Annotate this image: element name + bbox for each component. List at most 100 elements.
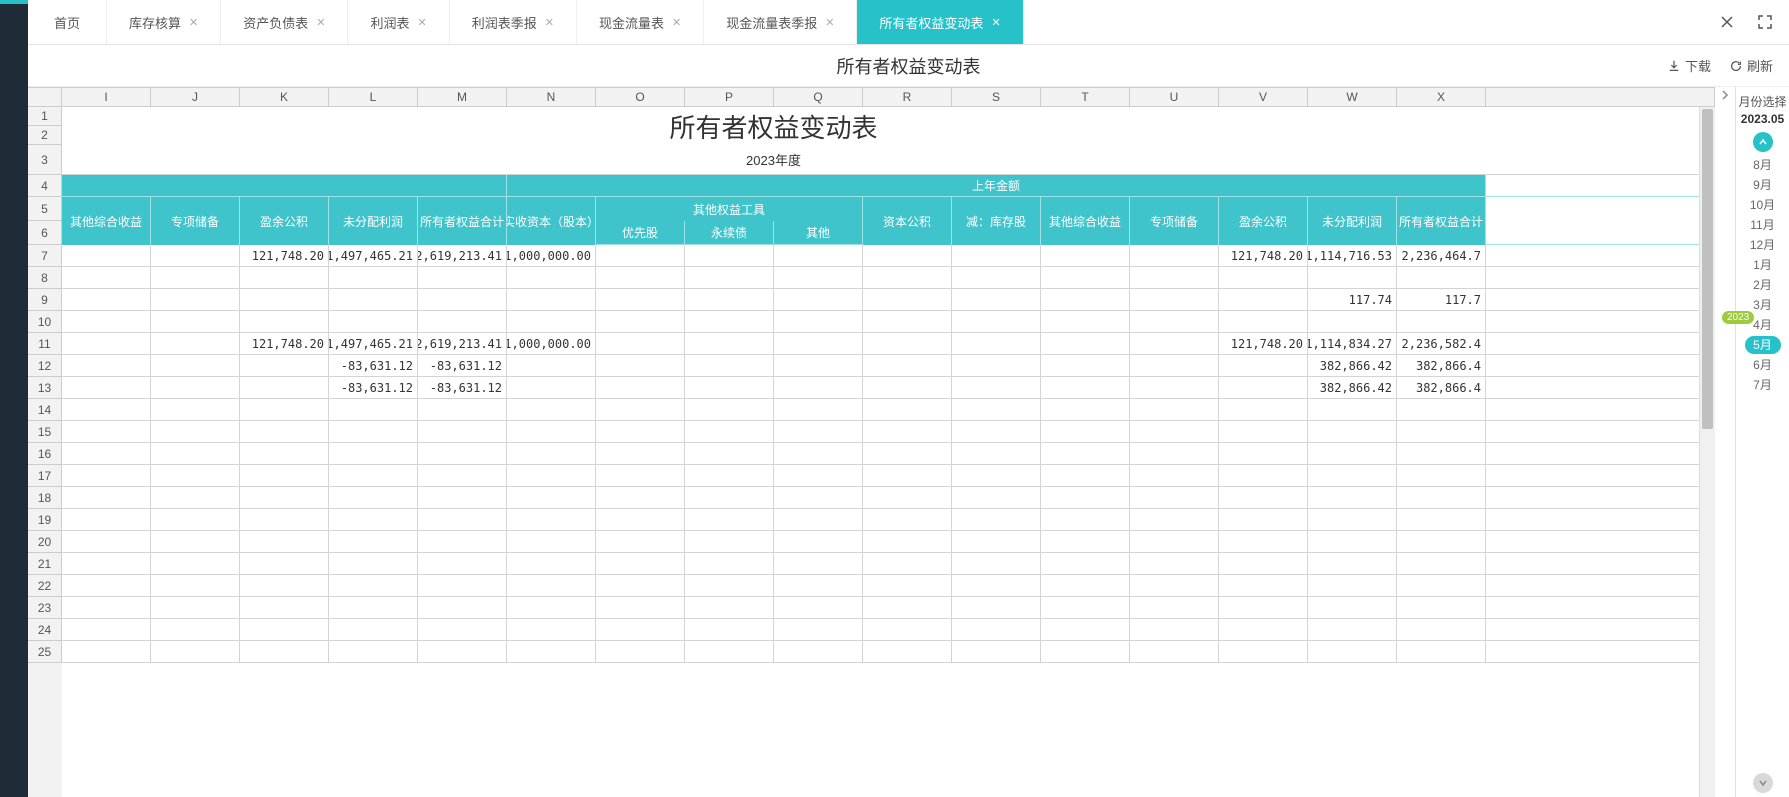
table-cell[interactable] — [863, 575, 952, 596]
table-header[interactable]: 专项储备 — [151, 197, 240, 245]
table-cell[interactable] — [596, 333, 685, 354]
table-cell[interactable] — [1130, 333, 1219, 354]
table-cell[interactable] — [596, 487, 685, 508]
table-cell[interactable] — [62, 311, 151, 332]
table-cell[interactable] — [863, 311, 952, 332]
table-cell[interactable] — [507, 619, 596, 640]
table-cell[interactable]: 117.7 — [1397, 289, 1486, 310]
tab-item[interactable]: 利润表✕ — [348, 0, 449, 44]
table-cell[interactable] — [1308, 465, 1397, 486]
table-cell[interactable] — [863, 509, 952, 530]
table-cell[interactable] — [151, 597, 240, 618]
table-cell[interactable]: 1,000,000.00 — [507, 333, 596, 354]
row-header[interactable]: 7 — [28, 245, 62, 267]
table-cell[interactable] — [1041, 267, 1130, 288]
table-cell[interactable] — [62, 377, 151, 398]
table-cell[interactable] — [596, 245, 685, 266]
table-cell[interactable] — [1130, 465, 1219, 486]
table-header[interactable]: 所有者权益合计 — [1397, 197, 1486, 245]
month-item[interactable]: 8月 — [1745, 156, 1781, 174]
table-cell[interactable] — [1041, 597, 1130, 618]
month-next-button[interactable] — [1753, 773, 1773, 793]
header-prev-year[interactable]: 上年金额 — [507, 175, 1486, 196]
table-cell[interactable] — [685, 377, 774, 398]
table-cell[interactable] — [685, 355, 774, 376]
table-cell[interactable] — [596, 575, 685, 596]
table-cell[interactable]: 2,619,213.41 — [418, 245, 507, 266]
table-cell[interactable] — [952, 355, 1041, 376]
table-cell[interactable] — [1130, 267, 1219, 288]
table-cell[interactable] — [1219, 289, 1308, 310]
table-cell[interactable] — [1219, 597, 1308, 618]
table-cell[interactable]: -83,631.12 — [418, 377, 507, 398]
close-icon[interactable]: ✕ — [545, 16, 554, 29]
table-cell[interactable] — [1130, 597, 1219, 618]
table-cell[interactable] — [1397, 399, 1486, 420]
table-cell[interactable] — [685, 641, 774, 662]
table-header[interactable]: 未分配利润 — [329, 197, 418, 245]
scroll-right-arrow[interactable] — [1697, 87, 1717, 107]
table-cell[interactable] — [151, 465, 240, 486]
tab-item[interactable]: 现金流量表✕ — [577, 0, 704, 44]
table-cell[interactable]: -83,631.12 — [329, 355, 418, 376]
column-header[interactable]: N — [507, 88, 596, 106]
table-cell[interactable] — [1130, 575, 1219, 596]
table-cell[interactable] — [685, 509, 774, 530]
table-cell[interactable] — [1041, 421, 1130, 442]
table-cell[interactable] — [596, 421, 685, 442]
table-cell[interactable] — [596, 531, 685, 552]
table-cell[interactable] — [1041, 245, 1130, 266]
table-cell[interactable] — [1041, 289, 1130, 310]
table-cell[interactable] — [507, 355, 596, 376]
table-cell[interactable] — [774, 531, 863, 552]
vertical-scrollbar[interactable] — [1699, 107, 1715, 797]
table-cell[interactable] — [507, 421, 596, 442]
table-cell[interactable] — [863, 531, 952, 552]
table-cell[interactable] — [1219, 465, 1308, 486]
column-header[interactable]: T — [1041, 88, 1130, 106]
table-cell[interactable] — [1397, 267, 1486, 288]
table-cell[interactable]: 382,866.4 — [1397, 355, 1486, 376]
table-header[interactable]: 实收资本（股本） — [507, 197, 596, 245]
table-cell[interactable] — [329, 289, 418, 310]
table-cell[interactable] — [685, 553, 774, 574]
table-cell[interactable] — [1219, 641, 1308, 662]
table-cell[interactable] — [774, 311, 863, 332]
table-cell[interactable] — [863, 641, 952, 662]
month-item[interactable]: 12月 — [1745, 236, 1781, 254]
table-cell[interactable] — [151, 487, 240, 508]
row-header[interactable]: 24 — [28, 619, 62, 641]
table-cell[interactable] — [596, 377, 685, 398]
table-cell[interactable] — [418, 399, 507, 420]
table-header[interactable]: 盈余公积 — [1219, 197, 1308, 245]
table-cell[interactable] — [418, 619, 507, 640]
row-header[interactable]: 1 — [28, 107, 62, 126]
table-cell[interactable] — [1308, 641, 1397, 662]
table-cell[interactable] — [1130, 421, 1219, 442]
table-cell[interactable] — [418, 487, 507, 508]
table-cell[interactable] — [1397, 597, 1486, 618]
table-cell[interactable] — [418, 575, 507, 596]
row-header[interactable]: 11 — [28, 333, 62, 355]
table-cell[interactable] — [863, 267, 952, 288]
table-cell[interactable]: 2,236,582.4 — [1397, 333, 1486, 354]
table-cell[interactable] — [151, 311, 240, 332]
download-button[interactable]: 下载 — [1667, 56, 1711, 75]
column-header[interactable]: K — [240, 88, 329, 106]
table-cell[interactable] — [685, 421, 774, 442]
table-cell[interactable] — [329, 421, 418, 442]
column-header[interactable]: W — [1308, 88, 1397, 106]
table-cell[interactable] — [863, 245, 952, 266]
table-cell[interactable] — [774, 487, 863, 508]
table-cell[interactable] — [774, 245, 863, 266]
table-cell[interactable] — [507, 465, 596, 486]
table-cell[interactable] — [774, 465, 863, 486]
table-cell[interactable] — [685, 333, 774, 354]
table-header[interactable]: 未分配利润 — [1308, 197, 1397, 245]
column-header[interactable]: R — [863, 88, 952, 106]
table-cell[interactable] — [1041, 333, 1130, 354]
table-cell[interactable] — [952, 267, 1041, 288]
table-subheader[interactable]: 永续债 — [685, 221, 774, 244]
table-cell[interactable] — [62, 399, 151, 420]
table-cell[interactable] — [1397, 421, 1486, 442]
